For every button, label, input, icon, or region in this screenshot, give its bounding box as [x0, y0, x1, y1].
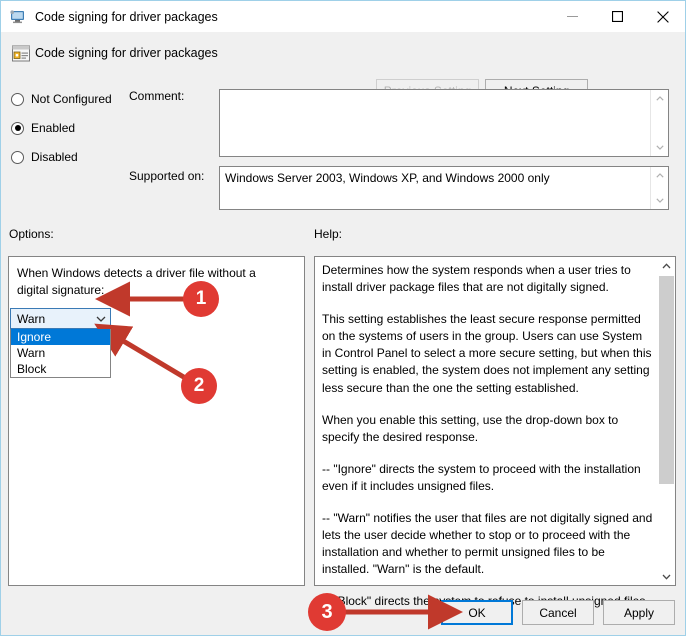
dropdown-prompt-label: When Windows detects a driver file witho…	[17, 266, 256, 297]
radio-disabled[interactable]: Disabled	[11, 150, 78, 164]
supported-on-scrollbar[interactable]	[650, 167, 668, 209]
scroll-down-icon[interactable]	[651, 192, 668, 209]
scroll-down-icon[interactable]	[651, 139, 668, 156]
scroll-up-icon[interactable]	[651, 167, 668, 184]
options-panel: When Windows detects a driver file witho…	[8, 256, 305, 586]
group-policy-setting-dialog: Code signing for driver packages Code si…	[0, 0, 686, 636]
help-paragraph: -- "Ignore" directs the system to procee…	[322, 461, 641, 493]
computer-monitor-icon	[9, 9, 27, 25]
maximize-icon	[612, 11, 623, 22]
close-icon	[656, 10, 669, 23]
comment-scrollbar[interactable]	[650, 90, 668, 156]
supported-on-textarea[interactable]: Windows Server 2003, Windows XP, and Win…	[219, 166, 669, 210]
close-button[interactable]	[640, 1, 685, 32]
apply-label: Apply	[623, 605, 655, 620]
radio-mark-not-configured	[11, 92, 24, 106]
radio-mark-enabled	[11, 121, 24, 135]
comment-label: Comment:	[129, 89, 185, 103]
radio-enabled[interactable]: Enabled	[11, 121, 75, 135]
help-paragraph: When you enable this setting, use the dr…	[322, 412, 619, 444]
supported-on-value: Windows Server 2003, Windows XP, and Win…	[225, 171, 550, 185]
cancel-button[interactable]: Cancel	[522, 600, 594, 625]
setting-heading: Code signing for driver packages	[35, 46, 218, 60]
supported-on-label: Supported on:	[129, 169, 205, 183]
radio-label-disabled: Disabled	[31, 150, 78, 164]
minimize-button[interactable]	[550, 1, 595, 32]
radio-mark-disabled	[11, 150, 24, 164]
cancel-label: Cancel	[539, 605, 577, 620]
dropdown-option-ignore[interactable]: Ignore	[11, 329, 110, 345]
scroll-down-icon[interactable]	[658, 568, 675, 585]
help-paragraph: -- "Warn" notifies the user that files a…	[322, 511, 653, 577]
minimize-icon	[567, 16, 578, 17]
dropdown-selected-value: Warn	[17, 311, 46, 326]
ok-label: OK	[468, 605, 486, 620]
ok-button[interactable]: OK	[441, 600, 513, 625]
help-paragraph: Determines how the system responds when …	[322, 263, 631, 295]
dropdown-option-warn[interactable]: Warn	[11, 345, 110, 361]
dialog-header: Code signing for driver packages Previou…	[1, 32, 685, 103]
apply-button[interactable]: Apply	[603, 600, 675, 625]
radio-label-not-configured: Not Configured	[31, 92, 112, 106]
policy-setting-icon	[11, 44, 31, 64]
help-scrollbar-thumb[interactable]	[659, 276, 674, 484]
radio-label-enabled: Enabled	[31, 121, 76, 135]
help-section-label: Help:	[314, 227, 343, 241]
help-panel: Determines how the system responds when …	[314, 256, 676, 608]
scroll-up-icon[interactable]	[658, 257, 675, 274]
options-section-label: Options:	[9, 227, 54, 241]
radio-not-configured[interactable]: Not Configured	[11, 92, 112, 106]
chevron-down-icon[interactable]	[92, 316, 110, 322]
caption-button-group	[550, 1, 685, 32]
dropdown-option-block[interactable]: Block	[11, 361, 110, 377]
help-scrollbar[interactable]	[658, 257, 675, 585]
maximize-button[interactable]	[595, 1, 640, 32]
window-title: Code signing for driver packages	[35, 9, 218, 24]
help-text-body: Determines how the system responds when …	[322, 262, 654, 611]
comment-textarea[interactable]	[219, 89, 669, 157]
signature-action-dropdown[interactable]: Warn	[10, 308, 111, 329]
help-paragraph: This setting establishes the least secur…	[322, 312, 652, 395]
scroll-up-icon[interactable]	[651, 90, 668, 107]
signature-action-dropdown-list[interactable]: Ignore Warn Block	[10, 329, 111, 378]
title-bar: Code signing for driver packages	[1, 1, 685, 32]
